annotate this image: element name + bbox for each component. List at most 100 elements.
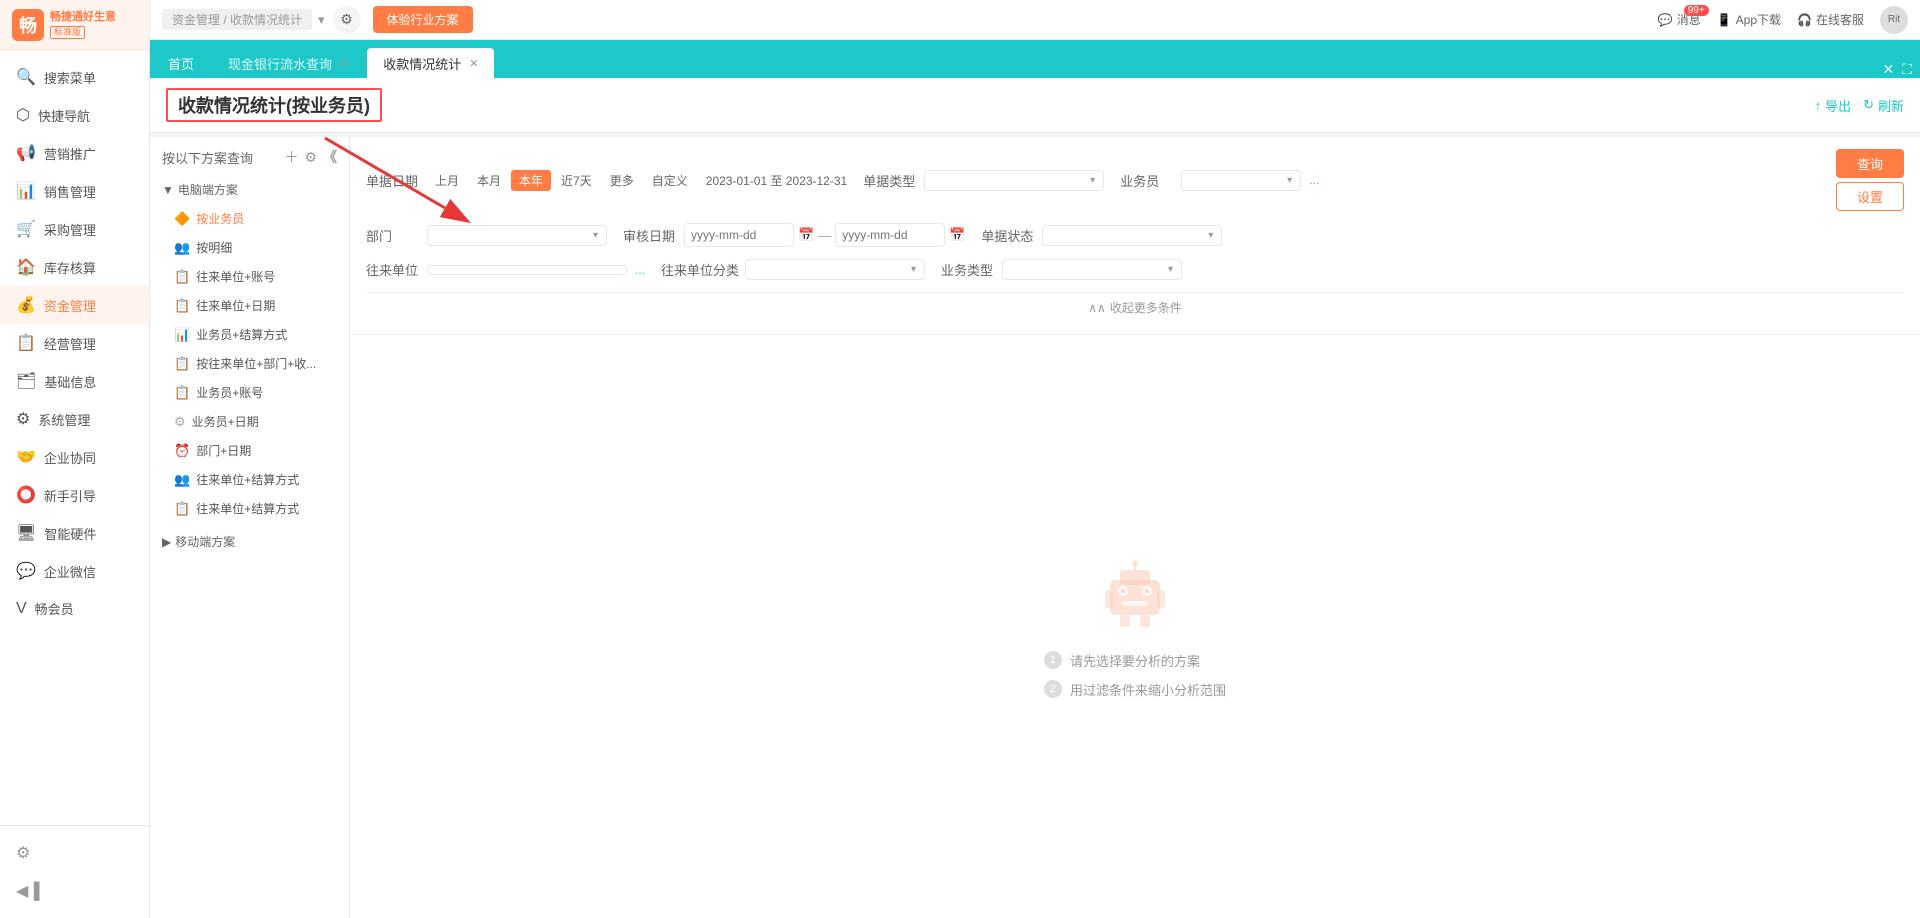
panel-collapse-button[interactable]: 《 [323, 147, 337, 167]
date-tab-last-7days[interactable]: 近7天 [553, 170, 600, 191]
sidebar-item-smart-hw[interactable]: 🖥 智能硬件 [0, 514, 149, 552]
review-date-to[interactable] [835, 223, 945, 247]
date-tab-more[interactable]: 更多 [602, 170, 642, 191]
tree-item-icon: 🔶 [174, 211, 190, 227]
sidebar-item-operation[interactable]: 📋 经营管理 [0, 324, 149, 362]
sidebar-menu: 🔍 搜索菜单 ⬡ 快捷导航 📢 营销推广 📊 销售管理 🛒 采购管理 🏠 库存核… [0, 50, 149, 825]
panel-settings-button[interactable]: ⚙ [304, 149, 317, 166]
panel-header-icons: ＋ ⚙ 《 [284, 147, 337, 167]
app-download-item[interactable]: 📱 App下载 [1717, 11, 1781, 28]
salesperson-select[interactable]: ▾ [1181, 170, 1301, 191]
operation-icon: 📋 [16, 333, 36, 353]
tab-close-all-icon[interactable]: ✕ [1882, 61, 1894, 78]
panel-add-button[interactable]: ＋ [284, 147, 298, 167]
date-tab-this-year[interactable]: 本年 [511, 170, 551, 191]
empty-state: 1 请先选择要分析的方案 2 用过滤条件来缩小分析范围 [350, 335, 1920, 918]
tree-item-by-detail[interactable]: 👥 按明细 [150, 233, 349, 262]
partner-select[interactable] [427, 265, 627, 275]
tab-bank-flow[interactable]: 现金银行流水查询 ✕ [212, 48, 365, 78]
review-date-from[interactable] [684, 223, 794, 247]
tab-bank-flow-close[interactable]: ✕ [340, 57, 349, 70]
step-1-text: 请先选择要分析的方案 [1070, 651, 1200, 670]
notification-badge: 99+ [1684, 5, 1709, 16]
query-button[interactable]: 查询 [1836, 149, 1904, 178]
sidebar-item-member[interactable]: V 畅会员 [0, 590, 149, 627]
sidebar-item-settings[interactable]: ⚙ [0, 834, 149, 872]
partner-category-select[interactable]: ▾ [745, 259, 925, 280]
partner-category-filter-item: 往来单位分类 ▾ [661, 259, 925, 280]
sidebar-item-marketing[interactable]: 📢 营销推广 [0, 134, 149, 172]
smart-hw-icon: 🖥 [16, 523, 36, 543]
business-type-select[interactable]: ▾ [1002, 259, 1182, 280]
date-tab-this-month[interactable]: 本月 [469, 170, 509, 191]
refresh-button[interactable]: ↻ 刷新 [1863, 96, 1904, 115]
sidebar-item-label-purchase: 采购管理 [44, 220, 96, 239]
online-service-item[interactable]: 🎧 在线客服 [1797, 11, 1864, 28]
top-header: 资金管理 / 收款情况统计 ▾ ⚙ 体验行业方案 💬 消息 99+ 📱 App下… [150, 0, 1920, 40]
sidebar-item-label-inventory: 库存核算 [44, 258, 96, 277]
tab-home[interactable]: 首页 [152, 48, 210, 78]
sidebar-item-system[interactable]: ⚙ 系统管理 [0, 400, 149, 438]
tree-group-mobile[interactable]: ▶ 移动端方案 [150, 527, 349, 556]
calendar-icon-to[interactable]: 📅 [949, 227, 965, 243]
avatar[interactable]: Rit [1880, 6, 1908, 34]
empty-steps: 1 请先选择要分析的方案 2 用过滤条件来缩小分析范围 [1044, 651, 1226, 699]
notification-item[interactable]: 💬 消息 99+ [1658, 11, 1701, 28]
date-separator: — [818, 228, 831, 243]
tree-item-by-salesperson[interactable]: 🔶 按业务员 [150, 204, 349, 233]
doc-status-select[interactable]: ▾ [1042, 225, 1222, 246]
sidebar-item-label-member: 畅会员 [35, 599, 74, 618]
sidebar-item-basic-info[interactable]: 🗂 基础信息 [0, 362, 149, 400]
tree-group-desktop[interactable]: ▼ 电脑端方案 [150, 175, 349, 204]
tab-collection-stats-close[interactable]: ✕ [469, 57, 478, 70]
sidebar-item-finance[interactable]: 💰 资金管理 [0, 286, 149, 324]
tree-item-icon: 👥 [174, 472, 190, 488]
sidebar-item-wechat[interactable]: 💬 企业微信 [0, 552, 149, 590]
sidebar-item-quick-nav[interactable]: ⬡ 快捷导航 [0, 96, 149, 134]
sidebar-item-guide[interactable]: ⭕ 新手引导 [0, 476, 149, 514]
sidebar-item-cooperation[interactable]: 🤝 企业协同 [0, 438, 149, 476]
review-date-range: 📅 — 📅 [684, 223, 965, 247]
breadcrumb-dropdown-icon[interactable]: ▾ [318, 12, 325, 28]
tab-collection-stats[interactable]: 收款情况统计 ✕ [367, 48, 494, 78]
date-label: 单据日期 [366, 171, 421, 190]
calendar-icon-from[interactable]: 📅 [798, 227, 814, 243]
settings-button[interactable]: 设置 [1836, 182, 1904, 211]
tree-item-label: 往来单位+日期 [196, 297, 275, 314]
date-tab-last-month[interactable]: 上月 [427, 170, 467, 191]
tree-item-partner-dept[interactable]: 📋 按往来单位+部门+收... [150, 349, 349, 378]
member-icon: V [16, 600, 27, 618]
logo-text: 畅捷通好生意 标准版 [50, 10, 116, 40]
salesperson-more-options[interactable]: ... [1309, 173, 1319, 187]
sidebar-item-collapse[interactable]: ◀▐ [0, 872, 149, 910]
tree-item-salesperson-date[interactable]: ⚙ 业务员+日期 [150, 407, 349, 436]
collapse-more-button[interactable]: ∧∧ 收起更多条件 [366, 292, 1904, 322]
tree-item-salesperson-account[interactable]: 📋 业务员+账号 [150, 378, 349, 407]
tree-item-label: 业务员+账号 [196, 384, 263, 401]
dept-select[interactable]: ▾ [427, 225, 607, 246]
chevron-down-icon: ▾ [911, 264, 916, 275]
doc-type-select[interactable]: ▾ [924, 170, 1104, 191]
export-button[interactable]: ↑ 导出 [1815, 96, 1852, 115]
tree-item-partner-settlement2[interactable]: 👥 往来单位+结算方式 [150, 465, 349, 494]
quick-nav-icon: ⬡ [16, 105, 30, 125]
sidebar-item-purchase[interactable]: 🛒 采购管理 [0, 210, 149, 248]
date-tab-custom[interactable]: 自定义 [644, 170, 696, 191]
filter-row-2: 部门 ▾ 审核日期 📅 — 📅 [366, 223, 1904, 247]
sidebar-item-inventory[interactable]: 🏠 库存核算 [0, 248, 149, 286]
header-gear-button[interactable]: ⚙ [333, 6, 361, 34]
tree-item-partner-date[interactable]: 📋 往来单位+日期 [150, 291, 349, 320]
sidebar-item-sales[interactable]: 📊 销售管理 [0, 172, 149, 210]
sidebar-item-search[interactable]: 🔍 搜索菜单 [0, 58, 149, 96]
tree-item-partner-account[interactable]: 📋 往来单位+账号 [150, 262, 349, 291]
partner-more-options[interactable]: ... [635, 263, 645, 277]
trial-button[interactable]: 体验行业方案 [373, 6, 473, 33]
tree-item-partner-settlement3[interactable]: 📋 往来单位+结算方式 [150, 494, 349, 523]
empty-robot-icon [1095, 555, 1175, 635]
tab-bar-right: ✕ ⛶ [1882, 61, 1920, 78]
sidebar-item-label-operation: 经营管理 [44, 334, 96, 353]
tab-fullscreen-icon[interactable]: ⛶ [1902, 61, 1912, 78]
tree-item-dept-date[interactable]: ⏰ 部门+日期 [150, 436, 349, 465]
tree-item-salesperson-settlement[interactable]: 📊 业务员+结算方式 [150, 320, 349, 349]
tree-item-icon: ⚙ [174, 414, 186, 430]
